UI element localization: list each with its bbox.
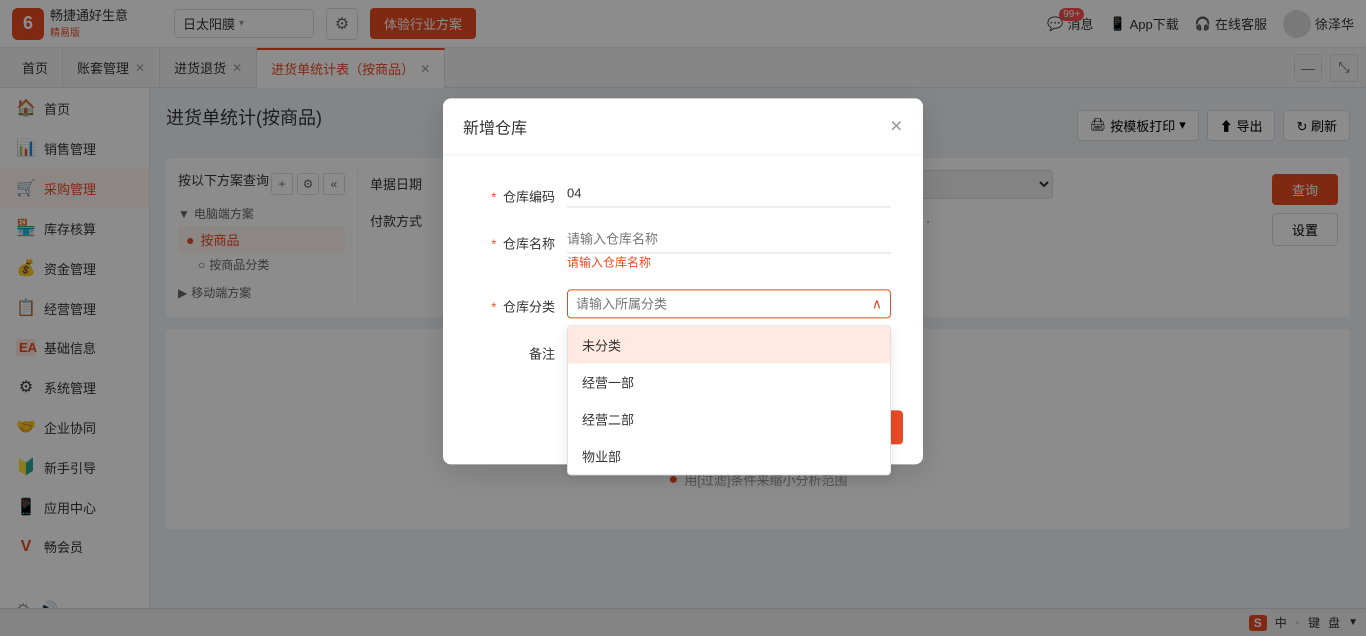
name-error-message: 请输入仓库名称 [567,255,651,269]
name-input[interactable] [567,225,891,253]
name-error-row: 请输入仓库名称 [567,253,651,271]
category-arrow-icon[interactable]: ∧ [872,295,882,312]
category-required-mark: * [491,299,496,314]
dropdown-item-uncategorized[interactable]: 未分类 [568,326,890,363]
category-dropdown: 未分类 经营一部 经营二部 物业部 [567,325,891,475]
code-label: * 仓库编码 [475,179,555,205]
category-field: ∧ 未分类 经营一部 经营二部 物业部 [567,289,891,318]
name-field-row: * 仓库名称 请输入仓库名称 [475,225,891,271]
modal-title: 新增仓库 [463,114,527,138]
modal-header: 新增仓库 ✕ [443,98,923,155]
name-required-mark: * [491,236,496,251]
dropdown-item-dept3[interactable]: 物业部 [568,437,890,474]
add-warehouse-modal: 新增仓库 ✕ * 仓库编码 * 仓库名称 请输入仓库名称 [443,98,923,464]
remark-label: 备注 [475,336,555,362]
code-field-row: * 仓库编码 [475,179,891,207]
category-field-row: * 仓库分类 ∧ 未分类 经营一部 经营二部 物业部 [475,289,891,318]
required-mark: * [491,189,496,204]
category-input-wrap[interactable]: ∧ [567,289,891,318]
category-input[interactable] [576,296,872,311]
code-input[interactable] [567,179,891,207]
category-label: * 仓库分类 [475,289,555,315]
dropdown-item-dept1[interactable]: 经营一部 [568,363,890,400]
modal-body: * 仓库编码 * 仓库名称 请输入仓库名称 * 仓库分类 [443,155,923,398]
dropdown-item-dept2[interactable]: 经营二部 [568,400,890,437]
name-label: * 仓库名称 [475,226,555,252]
modal-close-button[interactable]: ✕ [890,116,903,136]
